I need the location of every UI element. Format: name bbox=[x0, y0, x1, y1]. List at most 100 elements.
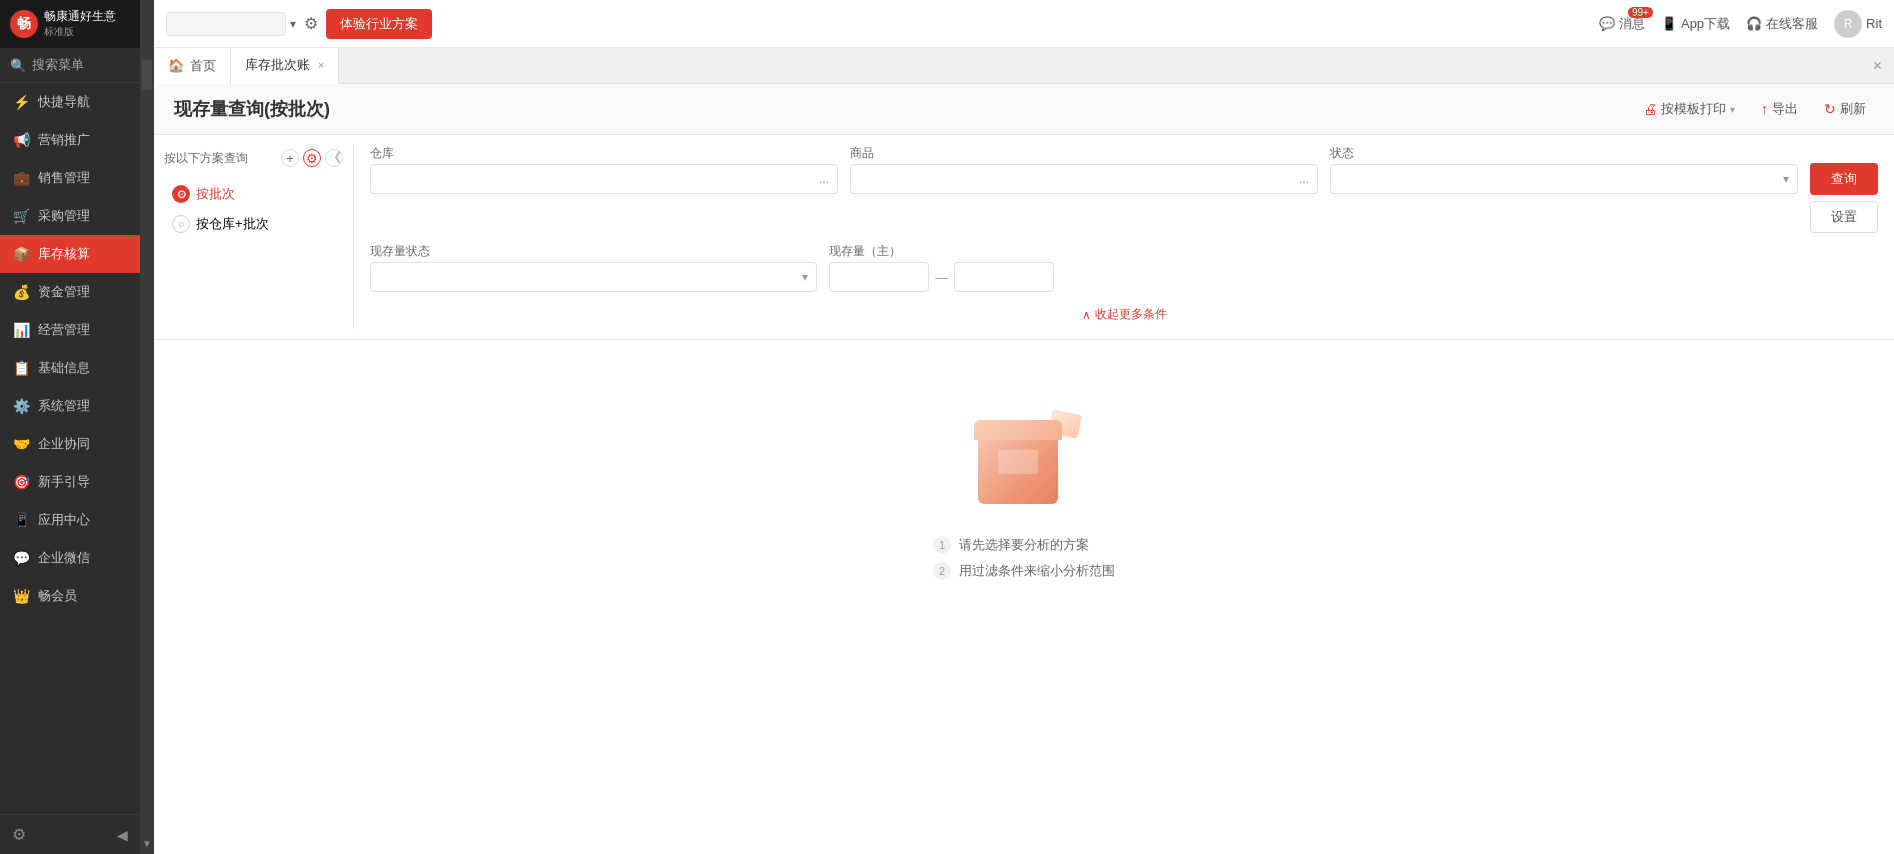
sidebar-item-sales[interactable]: 💼 销售管理 bbox=[0, 159, 140, 197]
app-center-icon: 📱 bbox=[12, 511, 30, 529]
online-service-btn[interactable]: 🎧 在线客服 bbox=[1746, 15, 1818, 33]
inventory-status-field: 现存量状态 ▾ bbox=[370, 243, 817, 292]
sidebar-item-quick-nav[interactable]: ⚡ 快捷导航 bbox=[0, 83, 140, 121]
sidebar-item-marketing[interactable]: 📢 营销推广 bbox=[0, 121, 140, 159]
sidebar-item-label: 库存核算 bbox=[38, 245, 90, 263]
status-select-wrap[interactable]: ▾ bbox=[1330, 164, 1798, 194]
step-num-2: 2 bbox=[933, 562, 951, 580]
sidebar-item-basic-info[interactable]: 📋 基础信息 bbox=[0, 349, 140, 387]
tab-inventory-batch[interactable]: 库存批次账 × bbox=[231, 48, 339, 84]
add-icon: + bbox=[286, 151, 294, 166]
sidebar-scroll-down-btn[interactable]: ▼ bbox=[142, 835, 152, 854]
export-btn[interactable]: ↑ 导出 bbox=[1753, 96, 1806, 122]
sidebar-item-finance[interactable]: 💰 资金管理 bbox=[0, 273, 140, 311]
quick-nav-icon: ⚡ bbox=[12, 93, 30, 111]
sidebar-scroll-track: ▼ bbox=[140, 0, 154, 854]
tab-home[interactable]: 🏠 首页 bbox=[154, 48, 231, 84]
product-more-icon[interactable]: ... bbox=[1299, 172, 1309, 186]
sidebar-item-label: 系统管理 bbox=[38, 397, 90, 415]
app-download-btn[interactable]: 📱 App下载 bbox=[1661, 15, 1730, 33]
empty-step-2: 2 用过滤条件来缩小分析范围 bbox=[933, 562, 1115, 580]
sidebar-nav: ⚡ 快捷导航 📢 营销推广 💼 销售管理 🛒 采购管理 📦 库存核算 💰 资金管… bbox=[0, 83, 140, 814]
box-inner bbox=[998, 450, 1038, 474]
query-btn[interactable]: 查询 bbox=[1810, 163, 1878, 195]
export-label: 导出 bbox=[1772, 100, 1798, 118]
sidebar-item-newbie[interactable]: 🎯 新手引导 bbox=[0, 463, 140, 501]
inventory-status-label: 现存量状态 bbox=[370, 243, 817, 260]
inventory-qty-min[interactable] bbox=[829, 262, 929, 292]
warehouse-input-wrap[interactable]: ... bbox=[370, 164, 838, 194]
sidebar-item-system[interactable]: ⚙️ 系统管理 bbox=[0, 387, 140, 425]
message-btn[interactable]: 💬 消息 99+ bbox=[1599, 15, 1645, 33]
sidebar-scrollbar-thumb[interactable] bbox=[142, 60, 152, 90]
sidebar-item-enterprise-wechat[interactable]: 💬 企业微信 bbox=[0, 539, 140, 577]
print-btn[interactable]: 🖨 按模板打印 ▾ bbox=[1635, 96, 1743, 122]
collapse-sidebar-icon[interactable]: ◀ bbox=[117, 827, 128, 843]
range-dash: — bbox=[935, 270, 948, 285]
scheme-item-by-warehouse-batch[interactable]: ○ 按仓库+批次 bbox=[164, 209, 343, 239]
avatar: R bbox=[1834, 10, 1862, 38]
sidebar-item-label: 资金管理 bbox=[38, 283, 90, 301]
scheme-active-icon: ⊙ bbox=[172, 185, 190, 203]
empty-step-1: 1 请先选择要分析的方案 bbox=[933, 536, 1115, 554]
product-input[interactable] bbox=[859, 172, 1295, 187]
app-title: 畅康通好生意 bbox=[44, 9, 116, 25]
inventory-status-wrap[interactable]: ▾ bbox=[370, 262, 817, 292]
topbar-search-input[interactable] bbox=[166, 12, 286, 36]
operations-icon: 📊 bbox=[12, 321, 30, 339]
warehouse-input[interactable] bbox=[379, 172, 815, 187]
scheme-collapse-btn[interactable]: 《 bbox=[325, 149, 343, 167]
filter-row-1: 仓库 ... 商品 ... bbox=[370, 145, 1878, 233]
filter-area: 按以下方案查询 + ⚙ 《 ⊙ 按批次 bbox=[154, 135, 1894, 340]
tab-close-btn[interactable]: × bbox=[318, 59, 324, 71]
page-header-actions: 🖨 按模板打印 ▾ ↑ 导出 ↻ 刷新 bbox=[1635, 96, 1874, 122]
warehouse-field: 仓库 ... bbox=[370, 145, 838, 194]
enterprise-collab-icon: 🤝 bbox=[12, 435, 30, 453]
topbar-dropdown-btn[interactable]: ▾ bbox=[290, 17, 296, 31]
scheme-settings-btn[interactable]: ⚙ bbox=[303, 149, 321, 167]
print-label: 按模板打印 bbox=[1661, 100, 1726, 118]
sidebar-search[interactable]: 🔍 搜索菜单 bbox=[0, 48, 140, 83]
sidebar-item-operations[interactable]: 📊 经营管理 bbox=[0, 311, 140, 349]
sidebar-item-app-center[interactable]: 📱 应用中心 bbox=[0, 501, 140, 539]
inventory-qty-label: 现存量（主） bbox=[829, 243, 1276, 260]
product-input-wrap[interactable]: ... bbox=[850, 164, 1318, 194]
sidebar-item-label: 经营管理 bbox=[38, 321, 90, 339]
tabbar-close-right[interactable]: × bbox=[1861, 57, 1894, 75]
newbie-icon: 🎯 bbox=[12, 473, 30, 491]
filter-buttons: 查询 设置 bbox=[1810, 145, 1878, 233]
refresh-btn[interactable]: ↻ 刷新 bbox=[1816, 96, 1874, 122]
inventory-qty-max[interactable] bbox=[954, 262, 1054, 292]
basic-info-icon: 📋 bbox=[12, 359, 30, 377]
sidebar-item-label: 畅会员 bbox=[38, 587, 77, 605]
scheme-item-by-batch[interactable]: ⊙ 按批次 bbox=[164, 179, 343, 209]
sidebar-item-inventory[interactable]: 📦 库存核算 bbox=[0, 235, 140, 273]
add-scheme-btn[interactable]: + bbox=[281, 149, 299, 167]
sidebar-item-label: 新手引导 bbox=[38, 473, 90, 491]
collapse-more-btn[interactable]: ∧ 收起更多条件 bbox=[370, 300, 1878, 329]
settings-icon[interactable]: ⚙ bbox=[12, 825, 26, 844]
search-icon: 🔍 bbox=[10, 58, 26, 73]
settings-btn[interactable]: 设置 bbox=[1810, 201, 1878, 233]
step-num-1: 1 bbox=[933, 536, 951, 554]
status-field: 状态 ▾ bbox=[1330, 145, 1798, 194]
empty-icon bbox=[964, 420, 1084, 520]
sidebar-item-enterprise-collab[interactable]: 🤝 企业协同 bbox=[0, 425, 140, 463]
topbar-gear-icon[interactable]: ⚙ bbox=[304, 14, 318, 33]
page-title: 现存量查询(按批次) bbox=[174, 97, 330, 121]
sidebar-item-label: 营销推广 bbox=[38, 131, 90, 149]
inventory-qty-range: — bbox=[829, 262, 1276, 292]
buttons-spacer bbox=[1748, 243, 1878, 261]
warehouse-more-icon[interactable]: ... bbox=[819, 172, 829, 186]
collapse-icon: ∧ bbox=[1082, 308, 1091, 322]
filter-right: 仓库 ... 商品 ... bbox=[354, 145, 1894, 329]
topbar-right: 💬 消息 99+ 📱 App下载 🎧 在线客服 R Rit bbox=[1599, 10, 1882, 38]
user-menu[interactable]: R Rit bbox=[1834, 10, 1882, 38]
sidebar-item-label: 企业微信 bbox=[38, 549, 90, 567]
sidebar-item-purchase[interactable]: 🛒 采购管理 bbox=[0, 197, 140, 235]
app-logo: 畅 bbox=[10, 10, 38, 38]
sidebar-header: 畅 畅康通好生意 标准版 bbox=[0, 0, 140, 48]
experience-btn[interactable]: 体验行业方案 bbox=[326, 9, 432, 39]
sidebar-item-member[interactable]: 👑 畅会员 bbox=[0, 577, 140, 615]
collapse-scheme-icon: 《 bbox=[328, 149, 341, 167]
